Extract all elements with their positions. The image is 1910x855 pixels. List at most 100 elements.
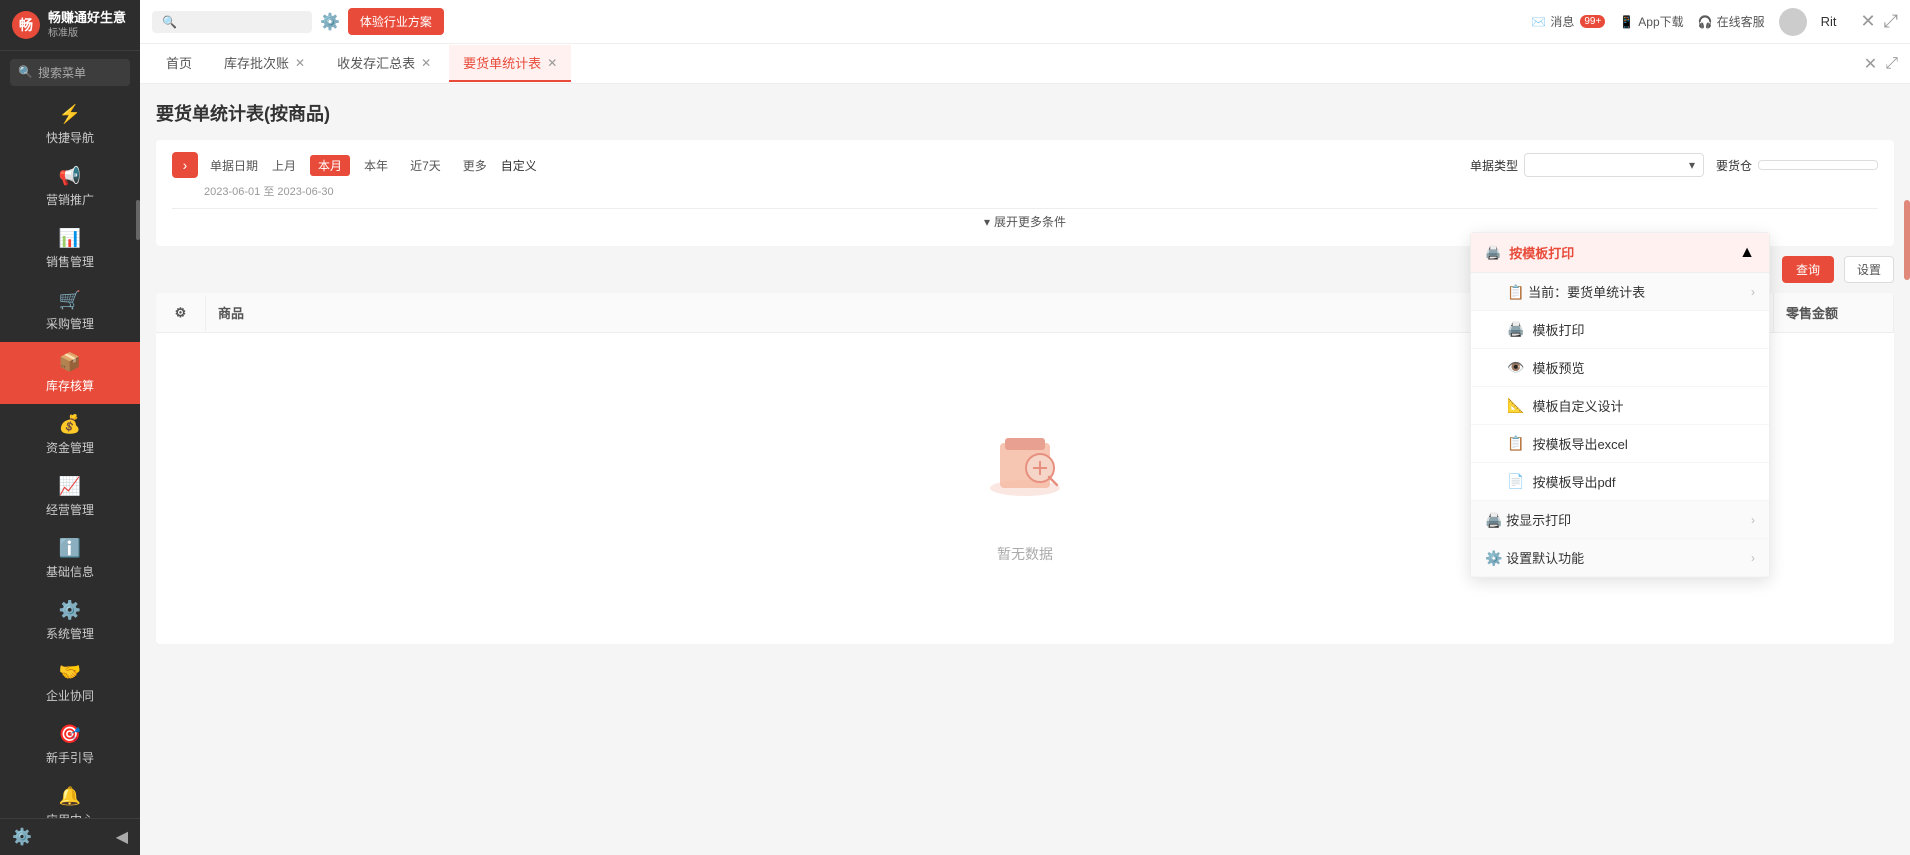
export-excel-label: 按模板导出excel	[1532, 434, 1627, 453]
dropdown-current-item[interactable]: 📋 当前：要货单统计表 ›	[1471, 273, 1769, 311]
sidebar-item-system[interactable]: ⚙️ 系统管理	[0, 590, 140, 652]
date-btn-last-month[interactable]: 上月	[264, 155, 304, 176]
tab-home[interactable]: 首页	[152, 45, 206, 82]
filter-category: 要货仓	[1716, 157, 1878, 174]
template-preview-icon: 👁️	[1507, 359, 1524, 376]
export-excel-icon: 📋	[1507, 435, 1524, 452]
window-close-btn[interactable]: ✕	[1861, 11, 1876, 32]
user-avatar[interactable]	[1779, 8, 1807, 36]
expand-icon-btn[interactable]: ›	[172, 152, 198, 178]
app-center-label: 应用中心	[46, 811, 94, 818]
tab-order-stats-close[interactable]: ✕	[547, 56, 557, 70]
query-label: 查询	[1796, 261, 1820, 278]
service-icon: 🎧	[1698, 15, 1713, 29]
operations-icon: 📈	[59, 476, 81, 497]
date-btn-this-year[interactable]: 本年	[356, 155, 396, 176]
more-filters-row: ▾ 展开更多条件	[172, 208, 1878, 234]
online-service-label: 在线客服	[1717, 13, 1765, 30]
dropdown-set-default[interactable]: ⚙️ 设置默认功能 ›	[1471, 539, 1769, 577]
online-service-group[interactable]: 🎧 在线客服	[1698, 13, 1765, 30]
purchase-icon: 🛒	[59, 290, 81, 311]
settings-bottom-icon[interactable]: ⚙️	[12, 827, 32, 847]
settings-btn[interactable]: 设置	[1844, 256, 1894, 283]
finance-label: 资金管理	[46, 439, 94, 456]
messages-badge: 99+	[1580, 15, 1605, 28]
marketing-icon: 📢	[59, 166, 81, 187]
query-btn[interactable]: 查询	[1782, 256, 1834, 283]
date-btn-this-month[interactable]: 本月	[310, 155, 350, 176]
tab-inventory-batch-label: 库存批次账	[224, 53, 289, 72]
top-search-box[interactable]: 🔍	[152, 11, 312, 33]
dropdown-item-export-pdf[interactable]: 📄 按模板导出pdf	[1471, 463, 1769, 501]
display-print-icon: 🖨️	[1485, 512, 1502, 528]
sidebar-item-sales[interactable]: 📊 销售管理	[0, 218, 140, 280]
expand-more-btn[interactable]: ▾ 展开更多条件	[172, 208, 1878, 234]
messages-group[interactable]: ✉️ 消息 99+	[1531, 13, 1605, 30]
expand-more-icon: ▾	[984, 215, 990, 229]
phone-icon: 📱	[1619, 15, 1634, 29]
tab-receipt-summary[interactable]: 收发存汇总表 ✕	[323, 45, 445, 82]
th-amount: 零售金额	[1774, 293, 1894, 332]
sidebar-search[interactable]: 🔍 搜索菜单	[10, 59, 130, 86]
tab-order-stats[interactable]: 要货单统计表 ✕	[449, 45, 571, 82]
filter-category-select[interactable]	[1758, 160, 1878, 170]
template-print-icon: 🖨️	[1507, 321, 1524, 338]
date-btn-7days[interactable]: 近7天	[402, 155, 449, 176]
sidebar-item-purchase[interactable]: 🛒 采购管理	[0, 280, 140, 342]
collapse-icon[interactable]: ◀	[116, 827, 128, 847]
quick-nav-label: 快捷导航	[46, 129, 94, 146]
filter-bar: › 单据日期 上月 本月 本年 近7天 更多 自定义 单据类型 ▾	[156, 140, 1894, 246]
right-edge-scrollbar[interactable]	[1904, 200, 1910, 280]
export-pdf-icon: 📄	[1507, 473, 1524, 490]
sidebar-item-operations[interactable]: 📈 经营管理	[0, 466, 140, 528]
sidebar-item-guide[interactable]: 🎯 新手引导	[0, 714, 140, 776]
top-bar-left: 🔍 ⚙️ 体验行业方案	[152, 8, 1523, 35]
date-range-text: 2023-06-01 至 2023-06-30	[204, 186, 334, 198]
inventory-label: 库存核算	[46, 377, 94, 394]
th-product-label: 商品	[218, 306, 244, 321]
dropdown-item-template-custom[interactable]: 📐 模板自定义设计	[1471, 387, 1769, 425]
dropdown-item-template-preview[interactable]: 👁️ 模板预览	[1471, 349, 1769, 387]
sidebar-item-app-center[interactable]: 🔔 应用中心	[0, 776, 140, 818]
expand-more-label: 展开更多条件	[994, 213, 1066, 230]
dropdown-item-template-print[interactable]: 🖨️ 模板打印	[1471, 311, 1769, 349]
marketing-label: 营销推广	[46, 191, 94, 208]
sidebar-item-cooperation[interactable]: 🤝 企业协同	[0, 652, 140, 714]
date-btn-more[interactable]: 更多	[455, 155, 495, 176]
app-download-group[interactable]: 📱 App下载	[1619, 13, 1683, 30]
top-settings-icon[interactable]: ⚙️	[320, 12, 340, 32]
template-print-item-label: 模板打印	[1532, 320, 1584, 339]
current-arrow: ›	[1751, 285, 1755, 299]
tab-close-btn[interactable]: ✕	[1864, 54, 1877, 74]
window-controls: ✕ ⤢	[1861, 11, 1899, 32]
tab-inventory-batch[interactable]: 库存批次账 ✕	[210, 45, 319, 82]
sidebar-item-basic[interactable]: ℹ️ 基础信息	[0, 528, 140, 590]
operations-label: 经营管理	[46, 501, 94, 518]
dropdown-header[interactable]: 🖨️ 按模板打印 ▲	[1471, 233, 1769, 273]
sidebar-item-finance[interactable]: 💰 资金管理	[0, 404, 140, 466]
dropdown-item-export-excel[interactable]: 📋 按模板导出excel	[1471, 425, 1769, 463]
dropdown-display-print[interactable]: 🖨️ 按显示打印 ›	[1471, 501, 1769, 539]
sidebar-item-marketing[interactable]: 📢 营销推广	[0, 156, 140, 218]
set-default-label: 设置默认功能	[1506, 551, 1584, 566]
settings-gear-icon[interactable]: ⚙	[175, 305, 187, 320]
tab-receipt-summary-label: 收发存汇总表	[337, 53, 415, 72]
dropdown-collapse-icon: ▲	[1739, 244, 1755, 262]
window-expand-btn[interactable]: ⤢	[1884, 11, 1898, 32]
tab-receipt-summary-close[interactable]: ✕	[421, 56, 431, 70]
message-icon: ✉️	[1531, 15, 1546, 29]
search-label: 搜索菜单	[38, 64, 86, 81]
sales-label: 销售管理	[46, 253, 94, 270]
app-center-icon: 🔔	[59, 786, 81, 807]
industry-btn[interactable]: 体验行业方案	[348, 8, 444, 35]
th-settings: ⚙	[156, 295, 206, 331]
tab-expand-btn[interactable]: ⤢	[1885, 55, 1898, 73]
tab-inventory-batch-close[interactable]: ✕	[295, 56, 305, 70]
sidebar-item-inventory[interactable]: 📦 库存核算	[0, 342, 140, 404]
export-pdf-label: 按模板导出pdf	[1532, 472, 1615, 491]
dropdown-printer-icon: 🖨️	[1485, 245, 1501, 261]
page-content: 要货单统计表(按商品) › 单据日期 上月 本月 本年 近7天 更多 自定义 单…	[140, 84, 1910, 855]
main-area: 🔍 ⚙️ 体验行业方案 ✉️ 消息 99+ 📱 App下载 🎧 在线客服 Rit	[140, 0, 1910, 855]
sidebar-item-quick-nav[interactable]: ⚡ 快捷导航	[0, 94, 140, 156]
filter-type-select[interactable]: ▾	[1524, 153, 1704, 177]
